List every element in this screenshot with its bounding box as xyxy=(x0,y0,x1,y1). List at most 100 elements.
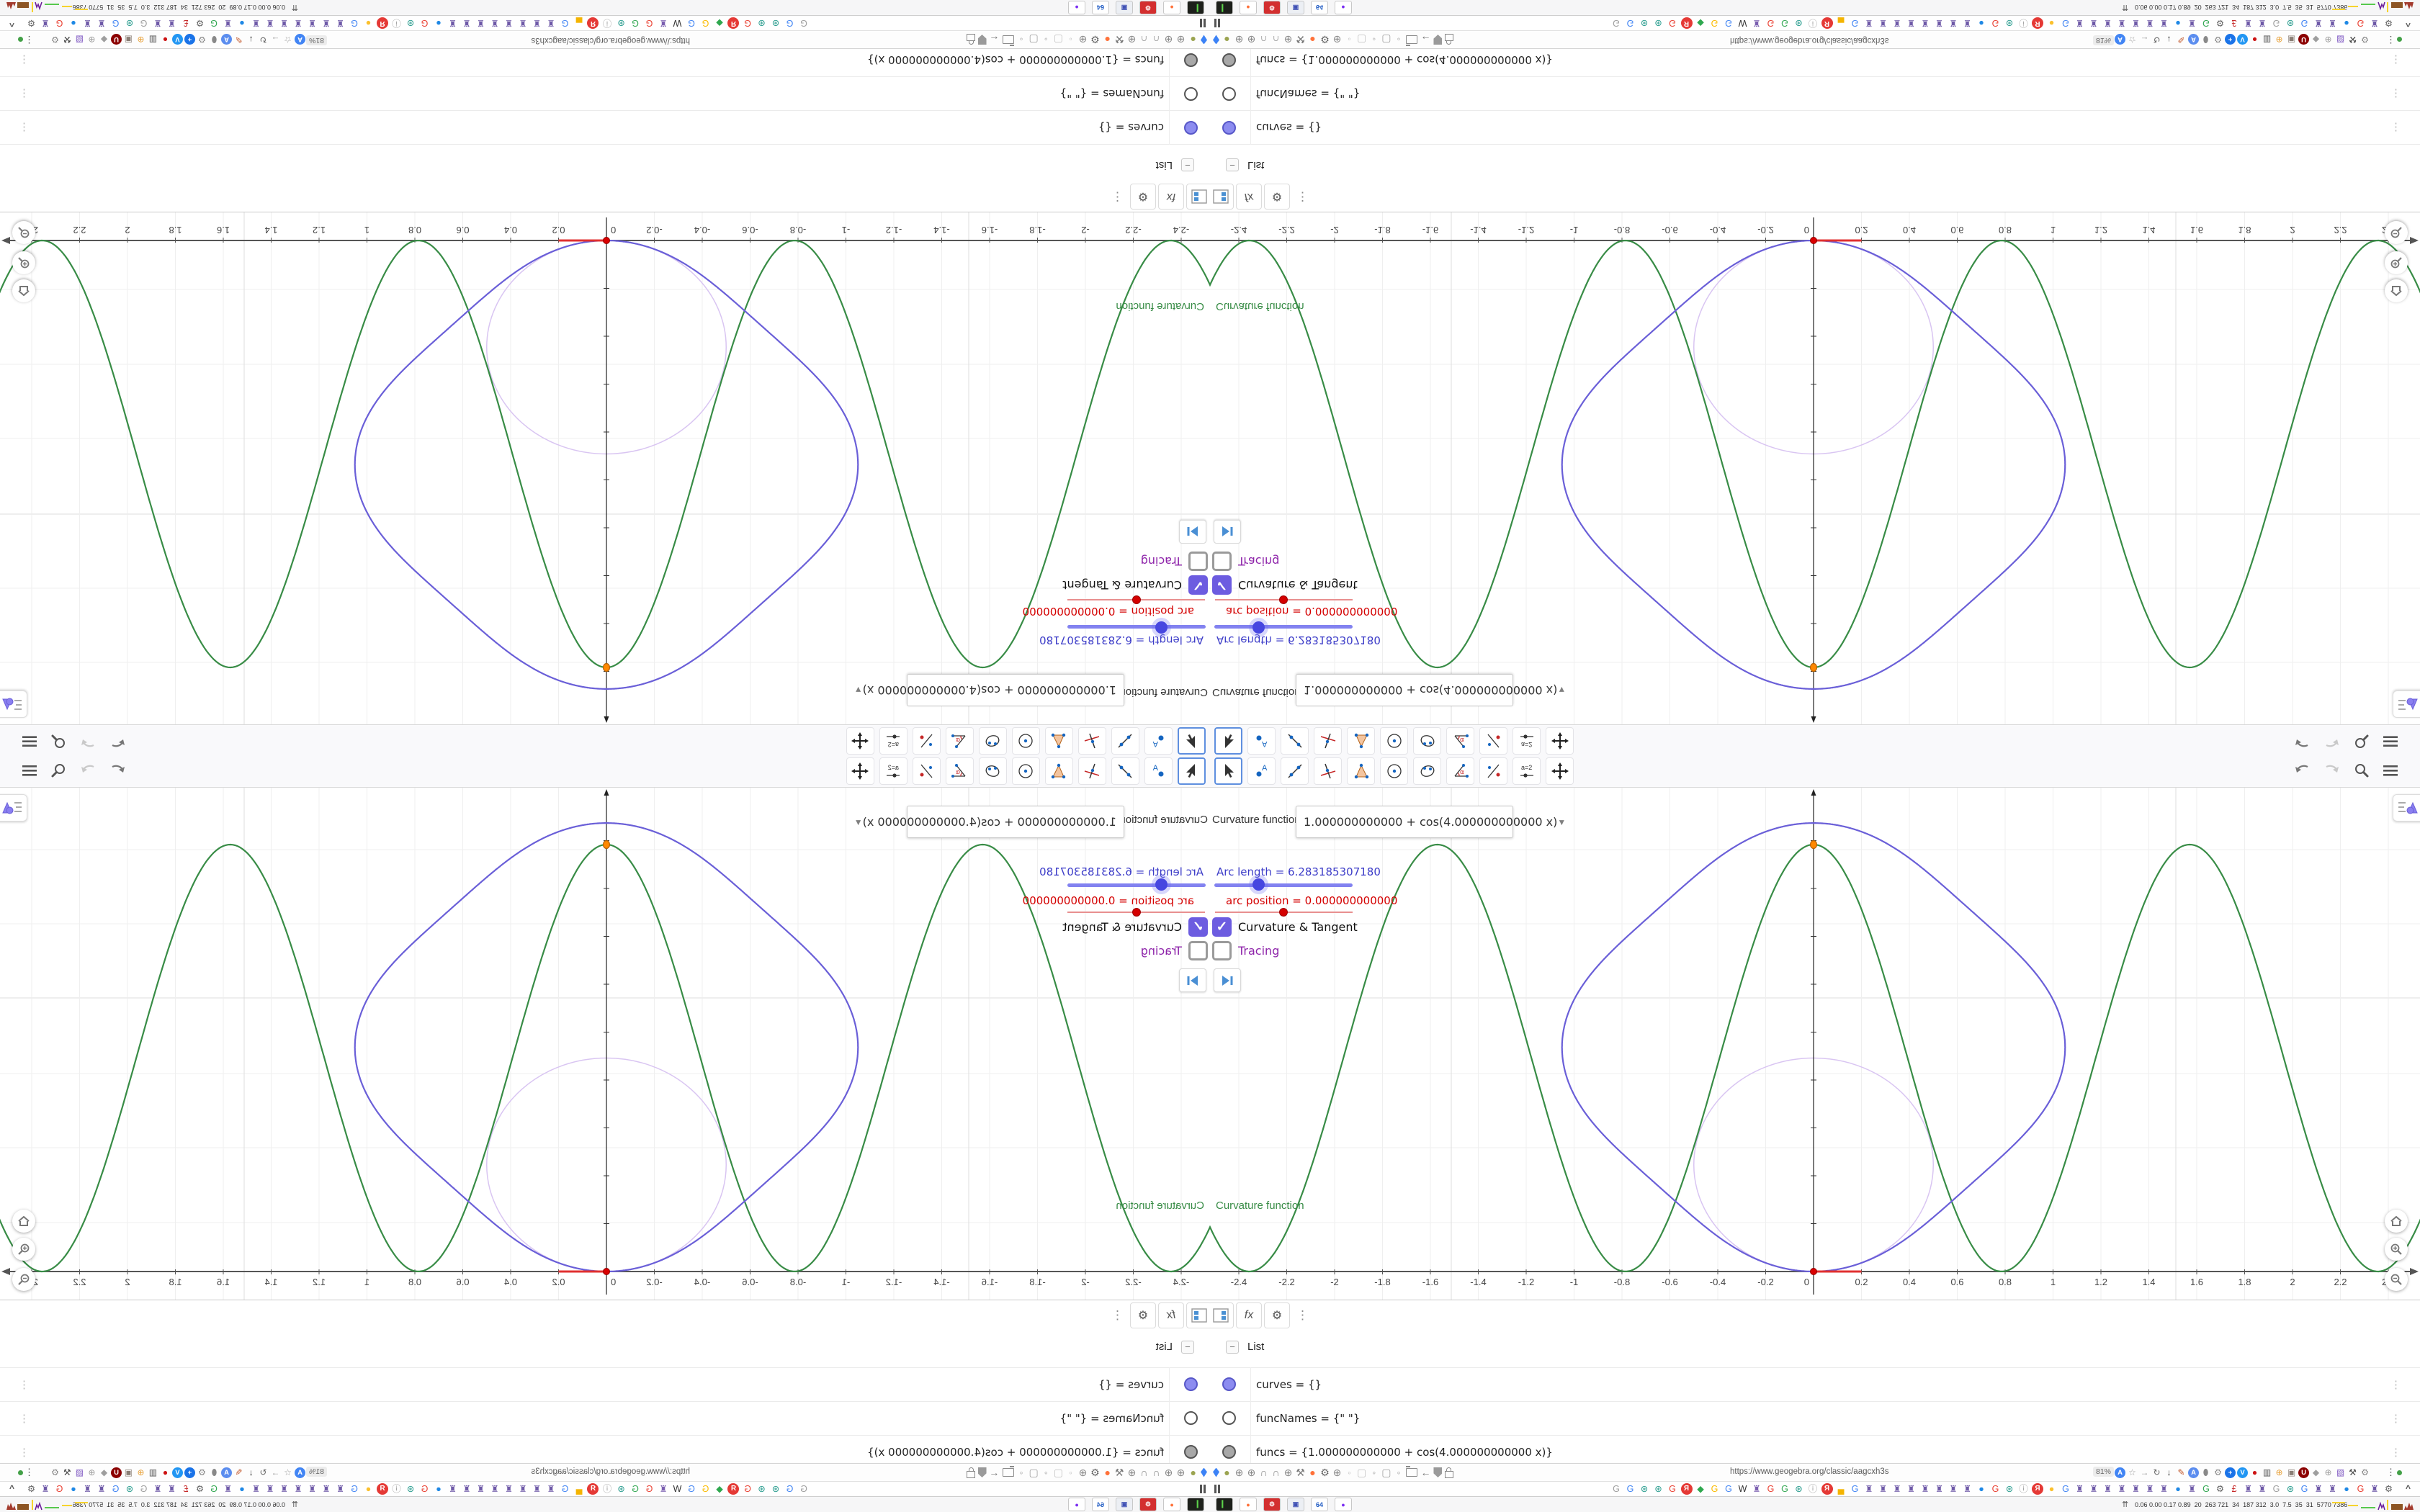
extension-icon[interactable]: ◆ xyxy=(2311,34,2321,45)
bookmark-favicon[interactable]: ♜ xyxy=(2257,17,2268,29)
bookmark-favicon[interactable]: ♜ xyxy=(2369,17,2380,29)
bookmark-favicon[interactable]: ♜ xyxy=(166,1483,178,1495)
bookmark-favicon[interactable]: ● xyxy=(2341,17,2352,29)
bookmark-favicon[interactable]: G xyxy=(784,17,796,29)
curvature-tangent-checkbox[interactable]: ✓ xyxy=(1188,575,1208,595)
bookmark-favicon[interactable]: G xyxy=(560,17,571,29)
arc-length-slider-knob[interactable] xyxy=(1252,878,1265,891)
play-button[interactable] xyxy=(1214,520,1241,544)
bookmark-favicon[interactable]: ♜ xyxy=(1891,1483,1903,1495)
extension-icon[interactable]: ⊕ xyxy=(2274,34,2285,45)
arc-length-slider-knob[interactable] xyxy=(1252,621,1265,634)
bookmark-favicon[interactable]: ♜ xyxy=(1948,1483,1959,1495)
bookmark-favicon[interactable]: ♜ xyxy=(82,1483,94,1495)
taskbar-app-terminal[interactable]: ▎ xyxy=(1187,1498,1204,1511)
chevron-up-icon[interactable]: ^ xyxy=(9,1483,14,1493)
object-visibility-dot[interactable] xyxy=(1222,121,1236,135)
bookmark-favicon[interactable]: ● xyxy=(363,1483,375,1495)
bookmark-favicon[interactable]: ◆ xyxy=(714,1483,725,1495)
conic-tool-button[interactable] xyxy=(1413,757,1441,785)
bookmark-favicon[interactable]: G xyxy=(1990,1483,2002,1495)
play-button[interactable] xyxy=(1214,968,1241,992)
bookmark-favicon[interactable]: ● xyxy=(433,17,444,29)
menu-icon[interactable] xyxy=(21,763,38,778)
extension-icon[interactable]: ◦ xyxy=(1394,1467,1403,1477)
bookmark-favicon[interactable]: ♜ xyxy=(335,1483,346,1495)
extension-icon[interactable]: ▧ xyxy=(2335,1467,2346,1478)
bookmark-favicon[interactable]: ⊛ xyxy=(2004,17,2015,29)
extension-icon[interactable]: ∩ xyxy=(1271,34,1281,45)
bookmark-favicon[interactable]: ⊛ xyxy=(756,17,768,29)
object-visibility-dot[interactable] xyxy=(1184,1445,1198,1459)
bookmark-favicon[interactable]: G xyxy=(1779,1483,1791,1495)
bookmark-favicon[interactable]: £ xyxy=(180,1483,192,1495)
extension-icon[interactable]: ∩ xyxy=(1139,34,1149,45)
bookmark-favicon[interactable]: ⊛ xyxy=(756,1483,768,1495)
bookmark-favicon[interactable]: Я xyxy=(1680,17,1693,29)
polygon-tool-button[interactable] xyxy=(1045,727,1073,755)
circle-tool-button[interactable] xyxy=(1380,757,1408,785)
extension-icon[interactable]: + xyxy=(184,34,195,45)
bookmark-favicon[interactable]: G xyxy=(644,1483,655,1495)
zoom-out-button[interactable] xyxy=(2385,221,2408,244)
bookmark-favicon[interactable]: G xyxy=(629,17,641,29)
point-tool-button[interactable]: A xyxy=(1144,727,1173,755)
bookmark-favicon[interactable]: ♜ xyxy=(2130,17,2142,29)
angle-tool-button[interactable]: α xyxy=(1446,727,1474,755)
bookmark-favicon[interactable]: ⊛ xyxy=(1639,1483,1650,1495)
extension-icon[interactable]: ⚒ xyxy=(62,1467,73,1478)
extension-icon[interactable]: ⚙ xyxy=(1320,34,1330,45)
bookmark-favicon[interactable]: G xyxy=(742,1483,753,1495)
curvature-tangent-checkbox[interactable]: ✓ xyxy=(1212,575,1232,595)
extension-icon[interactable]: ● xyxy=(1188,34,1198,45)
extension-icon[interactable]: ∩ xyxy=(1259,34,1268,45)
extension-icon[interactable]: ▣ xyxy=(123,1467,134,1478)
bookmark-favicon[interactable]: ♜ xyxy=(447,1483,459,1495)
extension-icon[interactable]: ⚒ xyxy=(1296,34,1305,45)
extension-icon[interactable]: ✎ xyxy=(233,34,244,45)
extension-icon[interactable]: ⚙ xyxy=(197,34,207,45)
bookmark-favicon[interactable]: ● xyxy=(363,17,375,29)
bookmark-favicon[interactable]: ⓘ xyxy=(2018,17,2030,29)
chevron-up-icon[interactable]: ^ xyxy=(2406,1483,2411,1493)
bookmark-favicon[interactable]: ♜ xyxy=(264,17,276,29)
bookmark-favicon[interactable]: ♜ xyxy=(1934,1483,1945,1495)
algebra-row-funcNames[interactable]: funcNames = {" "} ⋮ xyxy=(1210,77,2420,111)
collapse-button[interactable]: − xyxy=(1181,158,1194,171)
extension-icon[interactable]: U xyxy=(2298,1467,2309,1478)
bookmark-favicon[interactable]: G xyxy=(700,17,712,29)
bookmark-favicon[interactable]: ⚙ xyxy=(2215,1483,2226,1495)
extension-icon[interactable]: U xyxy=(111,1467,122,1478)
extension-icon[interactable]: A xyxy=(2188,34,2199,45)
play-button[interactable] xyxy=(1179,968,1206,992)
curvature-tangent-checkbox[interactable]: ✓ xyxy=(1188,917,1208,937)
extension-icon[interactable]: ✎ xyxy=(233,1467,244,1478)
bookmark-favicon[interactable]: ♜ xyxy=(2116,17,2128,29)
line-tool-button[interactable] xyxy=(1111,757,1139,785)
extension-icon[interactable]: ◦ xyxy=(1066,34,1075,45)
taskbar-app-owl[interactable]: ● xyxy=(1335,1,1352,14)
extension-icon[interactable]: ☆ xyxy=(2127,34,2138,45)
bookmark-favicon[interactable]: ● xyxy=(2046,1483,2058,1495)
extension-icon[interactable]: ▣ xyxy=(2286,1467,2297,1478)
extension-icon[interactable]: ∩ xyxy=(1152,1467,1161,1478)
bookmark-favicon[interactable]: ♜ xyxy=(517,1483,529,1495)
home-button[interactable] xyxy=(2385,279,2408,302)
extension-icon[interactable]: ◦ xyxy=(1041,1467,1051,1478)
extension-icon[interactable] xyxy=(1445,34,1454,42)
bookmark-favicon[interactable]: G xyxy=(644,17,655,29)
view-style-flap-button[interactable] xyxy=(0,690,27,718)
bookmark-favicon[interactable]: G xyxy=(560,1483,571,1495)
extension-icon[interactable]: + xyxy=(184,1467,195,1478)
slider-tool-button[interactable]: a=2 xyxy=(1512,727,1541,755)
extension-icon[interactable]: ∩ xyxy=(1271,1467,1281,1477)
extension-icon[interactable]: U xyxy=(111,34,122,45)
extension-icon[interactable]: ▢ xyxy=(1054,34,1063,45)
bookmark-favicon[interactable]: ♜ xyxy=(1948,17,1959,29)
taskbar-app-save-64[interactable]: 64 xyxy=(1311,1498,1328,1511)
bookmark-favicon[interactable]: ⊛ xyxy=(1653,1483,1664,1495)
extension-icon[interactable]: ⊕ xyxy=(1332,1467,1342,1477)
taskbar-app-settings[interactable]: ⚙ xyxy=(1139,1498,1157,1511)
extension-icon[interactable]: ⚙ xyxy=(50,1467,60,1478)
extension-icon[interactable] xyxy=(966,34,975,42)
